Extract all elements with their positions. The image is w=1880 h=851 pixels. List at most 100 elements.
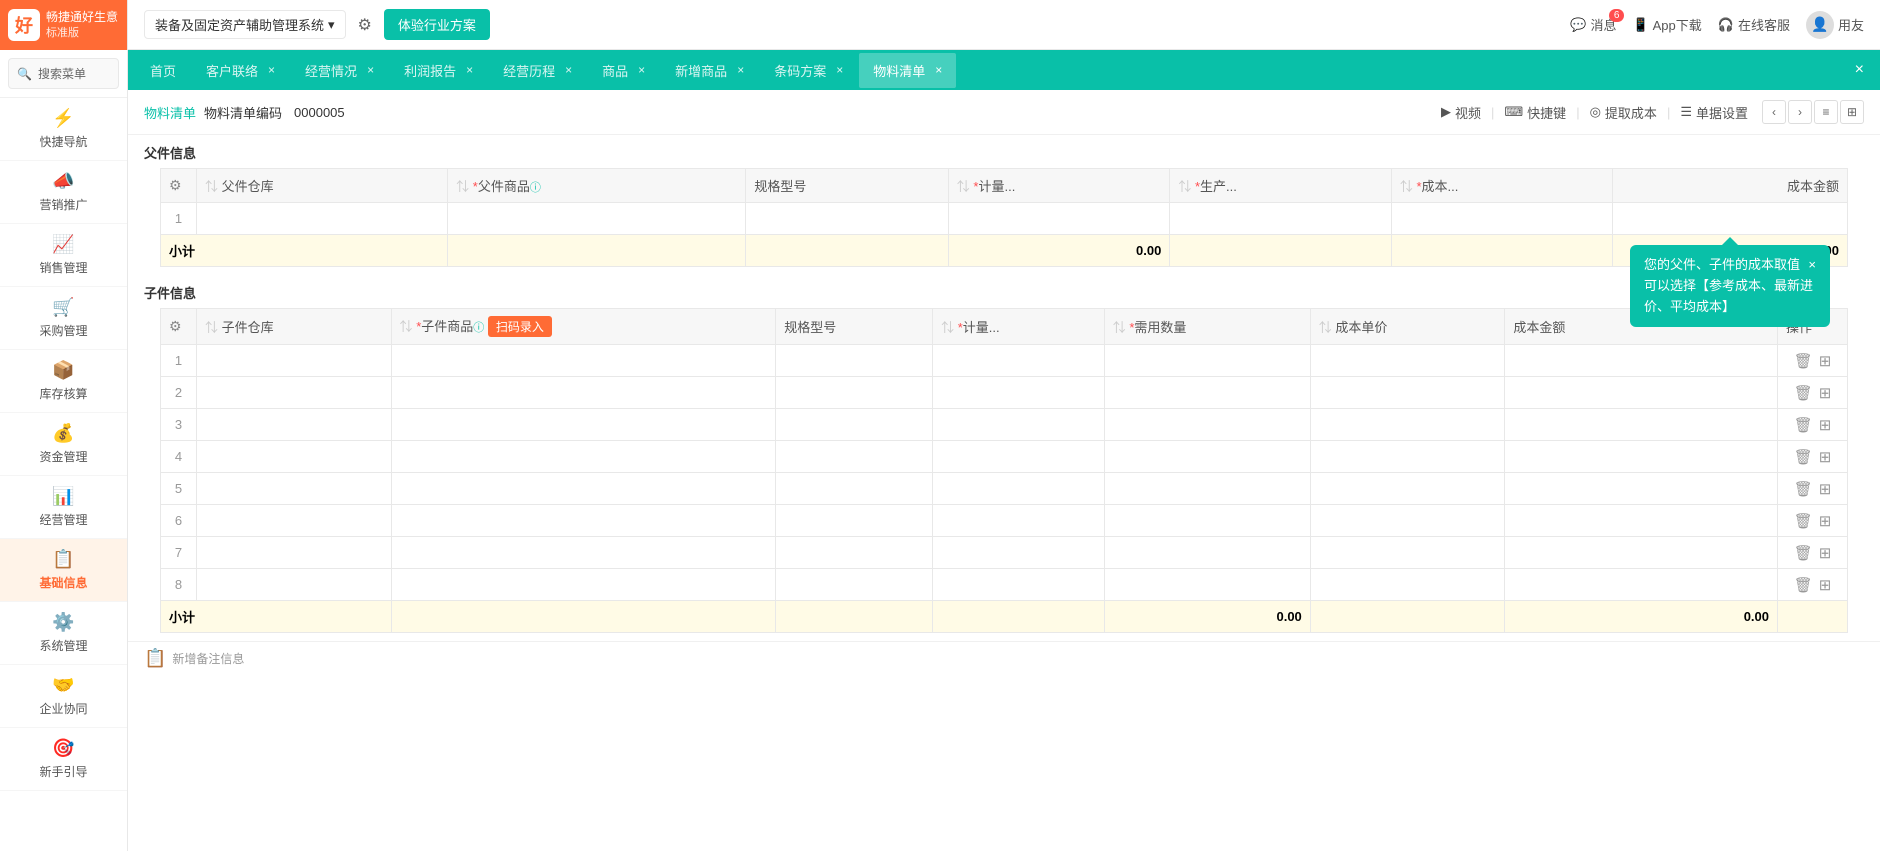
system-selector[interactable]: 装备及固定资产辅助管理系统 ▾ xyxy=(144,10,346,39)
message-button[interactable]: 💬 消息 6 xyxy=(1570,15,1616,34)
delete-icon[interactable]: 🗑 xyxy=(1794,448,1813,466)
child-product-5[interactable] xyxy=(391,473,776,505)
child-warehouse-1[interactable] xyxy=(197,345,392,377)
sidebar-item-basic-info[interactable]: 📋 基础信息 xyxy=(0,539,127,602)
sidebar-item-quick-nav[interactable]: ⚡ 快捷导航 xyxy=(0,98,127,161)
scan-input-button[interactable]: 扫码录入 xyxy=(488,316,552,337)
online-service-button[interactable]: 🎧 在线客服 xyxy=(1718,15,1790,34)
parent-cost-1[interactable] xyxy=(1391,203,1613,235)
child-warehouse-5[interactable] xyxy=(197,473,392,505)
child-spec-5[interactable] xyxy=(776,473,933,505)
settings-icon[interactable]: ⚙ xyxy=(358,15,372,35)
child-unit-cost-3[interactable] xyxy=(1310,409,1505,441)
grid-view-button[interactable]: ⊞ xyxy=(1840,100,1864,124)
copy-icon[interactable]: ⊞ xyxy=(1819,416,1832,434)
tab-history[interactable]: 经营历程 × xyxy=(489,53,586,88)
tab-barcode[interactable]: 条码方案 × xyxy=(760,53,857,88)
sidebar-item-marketing[interactable]: 📣 营销推广 xyxy=(0,161,127,224)
child-unit-3[interactable] xyxy=(933,409,1105,441)
child-unit-7[interactable] xyxy=(933,537,1105,569)
delete-icon[interactable]: 🗑 xyxy=(1794,352,1813,370)
child-product-1[interactable] xyxy=(391,345,776,377)
parent-production-1[interactable] xyxy=(1170,203,1392,235)
child-warehouse-4[interactable] xyxy=(197,441,392,473)
tab-business-status[interactable]: 经营情况 × xyxy=(291,53,388,88)
close-all-tabs[interactable]: × xyxy=(1847,61,1872,79)
child-qty-7[interactable] xyxy=(1104,537,1310,569)
user-menu[interactable]: 👤 用友 xyxy=(1806,11,1864,39)
copy-icon[interactable]: ⊞ xyxy=(1819,352,1832,370)
child-unit-6[interactable] xyxy=(933,505,1105,537)
copy-icon[interactable]: ⊞ xyxy=(1819,544,1832,562)
tab-profit[interactable]: 利润报告 × xyxy=(390,53,487,88)
child-unit-1[interactable] xyxy=(933,345,1105,377)
child-spec-2[interactable] xyxy=(776,377,933,409)
child-spec-3[interactable] xyxy=(776,409,933,441)
tab-new-goods[interactable]: 新增商品 × xyxy=(661,53,758,88)
child-unit-4[interactable] xyxy=(933,441,1105,473)
child-qty-8[interactable] xyxy=(1104,569,1310,601)
copy-icon[interactable]: ⊞ xyxy=(1819,480,1832,498)
child-product-4[interactable] xyxy=(391,441,776,473)
trial-button[interactable]: 体验行业方案 xyxy=(384,9,490,40)
child-warehouse-3[interactable] xyxy=(197,409,392,441)
parent-spec-1[interactable] xyxy=(746,203,948,235)
child-unit-cost-2[interactable] xyxy=(1310,377,1505,409)
child-unit-2[interactable] xyxy=(933,377,1105,409)
breadcrumb-item1[interactable]: 物料清单 xyxy=(144,103,196,122)
child-qty-5[interactable] xyxy=(1104,473,1310,505)
sidebar-item-finance[interactable]: 💰 资金管理 xyxy=(0,413,127,476)
child-product-3[interactable] xyxy=(391,409,776,441)
child-qty-4[interactable] xyxy=(1104,441,1310,473)
tab-bom[interactable]: 物料清单 × xyxy=(859,53,956,88)
copy-icon[interactable]: ⊞ xyxy=(1819,576,1832,594)
close-tab-barcode[interactable]: × xyxy=(836,63,843,77)
sidebar-item-collab[interactable]: 🤝 企业协同 xyxy=(0,665,127,728)
close-tab-business[interactable]: × xyxy=(367,63,374,77)
child-spec-4[interactable] xyxy=(776,441,933,473)
sidebar-item-guide[interactable]: 🎯 新手引导 xyxy=(0,728,127,791)
delete-icon[interactable]: 🗑 xyxy=(1794,480,1813,498)
single-setting-button[interactable]: ☰ 单据设置 xyxy=(1680,103,1748,122)
child-unit-8[interactable] xyxy=(933,569,1105,601)
child-unit-cost-5[interactable] xyxy=(1310,473,1505,505)
child-spec-1[interactable] xyxy=(776,345,933,377)
child-product-8[interactable] xyxy=(391,569,776,601)
child-warehouse-2[interactable] xyxy=(197,377,392,409)
child-warehouse-7[interactable] xyxy=(197,537,392,569)
list-view-button[interactable]: ≡ xyxy=(1814,100,1838,124)
child-product-2[interactable] xyxy=(391,377,776,409)
tab-home[interactable]: 首页 xyxy=(136,53,190,88)
view-video-button[interactable]: ▶ 视频 xyxy=(1441,103,1481,122)
tab-goods[interactable]: 商品 × xyxy=(588,53,659,88)
parent-product-1[interactable] xyxy=(448,203,746,235)
next-page-button[interactable]: › xyxy=(1788,100,1812,124)
extract-cost-button[interactable]: ◎ 提取成本 xyxy=(1590,103,1657,122)
delete-icon[interactable]: 🗑 xyxy=(1794,576,1813,594)
child-spec-6[interactable] xyxy=(776,505,933,537)
delete-icon[interactable]: 🗑 xyxy=(1794,384,1813,402)
close-tab-goods[interactable]: × xyxy=(638,63,645,77)
delete-icon[interactable]: 🗑 xyxy=(1794,544,1813,562)
close-tab-bom[interactable]: × xyxy=(935,63,942,77)
close-tab-new-goods[interactable]: × xyxy=(737,63,744,77)
child-qty-1[interactable] xyxy=(1104,345,1310,377)
child-warehouse-8[interactable] xyxy=(197,569,392,601)
app-download-button[interactable]: 📱 App下载 xyxy=(1632,15,1701,34)
parent-warehouse-1[interactable] xyxy=(197,203,448,235)
sidebar-item-inventory[interactable]: 📦 库存核算 xyxy=(0,350,127,413)
delete-icon[interactable]: 🗑 xyxy=(1794,512,1813,530)
child-unit-5[interactable] xyxy=(933,473,1105,505)
close-tab-profit[interactable]: × xyxy=(466,63,473,77)
parent-unit-1[interactable] xyxy=(948,203,1170,235)
child-spec-8[interactable] xyxy=(776,569,933,601)
shortcut-button[interactable]: ⌨ 快捷键 xyxy=(1504,103,1566,122)
sidebar-item-purchase[interactable]: 🛒 采购管理 xyxy=(0,287,127,350)
prev-page-button[interactable]: ‹ xyxy=(1762,100,1786,124)
close-tab-customer[interactable]: × xyxy=(268,63,275,77)
child-qty-2[interactable] xyxy=(1104,377,1310,409)
copy-icon[interactable]: ⊞ xyxy=(1819,512,1832,530)
th-gear-parent[interactable]: ⚙ xyxy=(161,169,197,203)
child-unit-cost-1[interactable] xyxy=(1310,345,1505,377)
child-product-7[interactable] xyxy=(391,537,776,569)
